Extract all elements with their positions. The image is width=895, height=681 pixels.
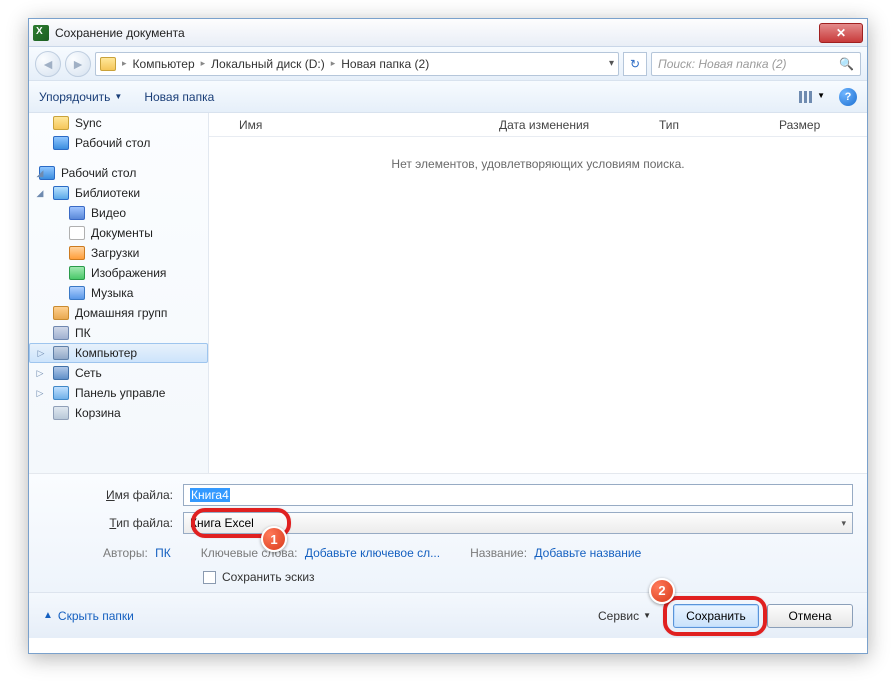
new-folder-button[interactable]: Новая папка <box>144 90 214 104</box>
video-icon <box>69 206 85 220</box>
search-icon: 🔍 <box>839 57 854 71</box>
folder-icon <box>100 57 116 71</box>
triangle-up-icon: ▲ <box>43 610 53 621</box>
chevron-down-icon: ▼ <box>114 92 122 101</box>
authors-value[interactable]: ПК <box>155 546 171 560</box>
download-icon <box>69 246 85 260</box>
keywords-label: Ключевые слова: <box>201 546 298 560</box>
keywords-value[interactable]: Добавьте ключевое сл... <box>305 546 440 560</box>
tree-desktop-root[interactable]: ◢Рабочий стол <box>29 163 208 183</box>
image-icon <box>69 266 85 280</box>
file-pane: Имя Дата изменения Тип Размер Нет элемен… <box>209 113 867 473</box>
toolbar: Упорядочить ▼ Новая папка ▼ ? <box>29 81 867 113</box>
chevron-down-icon: ▼ <box>817 91 825 103</box>
tree-trash[interactable]: Корзина <box>29 403 208 423</box>
close-button[interactable]: ✕ <box>819 23 863 43</box>
view-mode-button[interactable]: ▼ <box>799 91 825 103</box>
chevron-right-icon: ▸ <box>201 58 206 69</box>
music-icon <box>69 286 85 300</box>
chevron-down-icon: ▼ <box>643 611 651 620</box>
col-size[interactable]: Размер <box>779 118 859 132</box>
library-icon <box>53 186 69 200</box>
forward-button[interactable]: ► <box>65 51 91 77</box>
col-modified[interactable]: Дата изменения <box>499 118 659 132</box>
filetype-dropdown[interactable]: Книга Excel ▾ <box>183 512 853 534</box>
tree-downloads[interactable]: Загрузки <box>29 243 208 263</box>
filename-input[interactable]: Книга4 <box>183 484 853 506</box>
address-bar[interactable]: ▸ Компьютер ▸ Локальный диск (D:) ▸ Нова… <box>95 52 619 76</box>
tree-desktop[interactable]: Рабочий стол <box>29 133 208 153</box>
col-name[interactable]: Имя <box>239 118 499 132</box>
tree-documents[interactable]: Документы <box>29 223 208 243</box>
pc-icon <box>53 326 69 340</box>
tree-control-panel[interactable]: ▷Панель управле <box>29 383 208 403</box>
computer-icon <box>53 346 69 360</box>
metadata-row: Авторы: ПК Ключевые слова: Добавьте ключ… <box>43 540 853 564</box>
expand-icon[interactable]: ▷ <box>35 388 45 399</box>
expand-icon[interactable]: ▷ <box>35 368 45 379</box>
button-bar: ▲ Скрыть папки Сервис ▼ Сохранить 2 Отме… <box>29 592 867 638</box>
column-headers: Имя Дата изменения Тип Размер <box>209 113 867 137</box>
folder-icon <box>53 116 69 130</box>
tree-libraries[interactable]: ◢Библиотеки <box>29 183 208 203</box>
tree-sync[interactable]: Sync <box>29 113 208 133</box>
tree-homegroup[interactable]: Домашняя групп <box>29 303 208 323</box>
chevron-down-icon[interactable]: ▾ <box>609 58 614 69</box>
chevron-down-icon: ▾ <box>841 518 846 529</box>
title-value[interactable]: Добавьте название <box>534 546 641 560</box>
desktop-icon <box>53 136 69 150</box>
save-thumbnail-checkbox[interactable] <box>203 571 216 584</box>
help-button[interactable]: ? <box>839 88 857 106</box>
control-panel-icon <box>53 386 69 400</box>
chevron-right-icon: ▸ <box>122 58 127 69</box>
title-label: Название: <box>470 546 527 560</box>
homegroup-icon <box>53 306 69 320</box>
crumb-folder[interactable]: Новая папка (2) <box>341 57 429 71</box>
filetype-label: Тип файла: <box>43 516 183 530</box>
refresh-button[interactable]: ↻ <box>623 52 647 76</box>
tree-computer[interactable]: ▷Компьютер <box>29 343 208 363</box>
cancel-button[interactable]: Отмена <box>767 604 853 628</box>
crumb-computer[interactable]: Компьютер <box>133 57 195 71</box>
save-dialog: Сохранение документа ✕ ◄ ► ▸ Компьютер ▸… <box>28 18 868 654</box>
form-area: ИИмя файла:мя файла: Книга4 Тип файла: К… <box>29 473 867 592</box>
tree-pc[interactable]: ПК <box>29 323 208 343</box>
search-input[interactable]: Поиск: Новая nаnка (2) 🔍 <box>651 52 861 76</box>
empty-message: Нет элементов, удовлетворяющих условиям … <box>209 157 867 171</box>
filetype-value: Книга Excel <box>190 516 254 530</box>
nav-row: ◄ ► ▸ Компьютер ▸ Локальный диск (D:) ▸ … <box>29 47 867 81</box>
expand-icon[interactable]: ▷ <box>36 348 46 359</box>
filename-value: Книга4 <box>190 488 230 502</box>
tree-video[interactable]: Видео <box>29 203 208 223</box>
organize-menu[interactable]: Упорядочить ▼ <box>39 90 122 104</box>
tree-images[interactable]: Изображения <box>29 263 208 283</box>
tree-music[interactable]: Музыка <box>29 283 208 303</box>
authors-label: Авторы: <box>103 546 148 560</box>
trash-icon <box>53 406 69 420</box>
back-button[interactable]: ◄ <box>35 51 61 77</box>
search-placeholder: Поиск: Новая nаnка (2) <box>658 57 787 71</box>
titlebar: Сохранение документа ✕ <box>29 19 867 47</box>
chevron-right-icon: ▸ <box>331 58 336 69</box>
save-thumbnail-label: Сохранить эскиз <box>222 570 315 584</box>
filename-label: ИИмя файла:мя файла: <box>43 488 183 502</box>
crumb-drive[interactable]: Локальный диск (D:) <box>211 57 325 71</box>
network-icon <box>53 366 69 380</box>
collapse-icon[interactable]: ◢ <box>35 168 45 179</box>
tree-network[interactable]: ▷Сеть <box>29 363 208 383</box>
service-menu[interactable]: Сервис ▼ <box>598 609 651 623</box>
excel-icon <box>33 25 49 41</box>
save-button[interactable]: Сохранить <box>673 604 759 628</box>
nav-tree: Sync Рабочий стол ◢Рабочий стол ◢Библиот… <box>29 113 209 473</box>
collapse-icon[interactable]: ◢ <box>35 188 45 199</box>
document-icon <box>69 226 85 240</box>
window-title: Сохранение документа <box>55 26 819 40</box>
hide-folders-button[interactable]: ▲ Скрыть папки <box>43 609 134 623</box>
col-type[interactable]: Тип <box>659 118 779 132</box>
